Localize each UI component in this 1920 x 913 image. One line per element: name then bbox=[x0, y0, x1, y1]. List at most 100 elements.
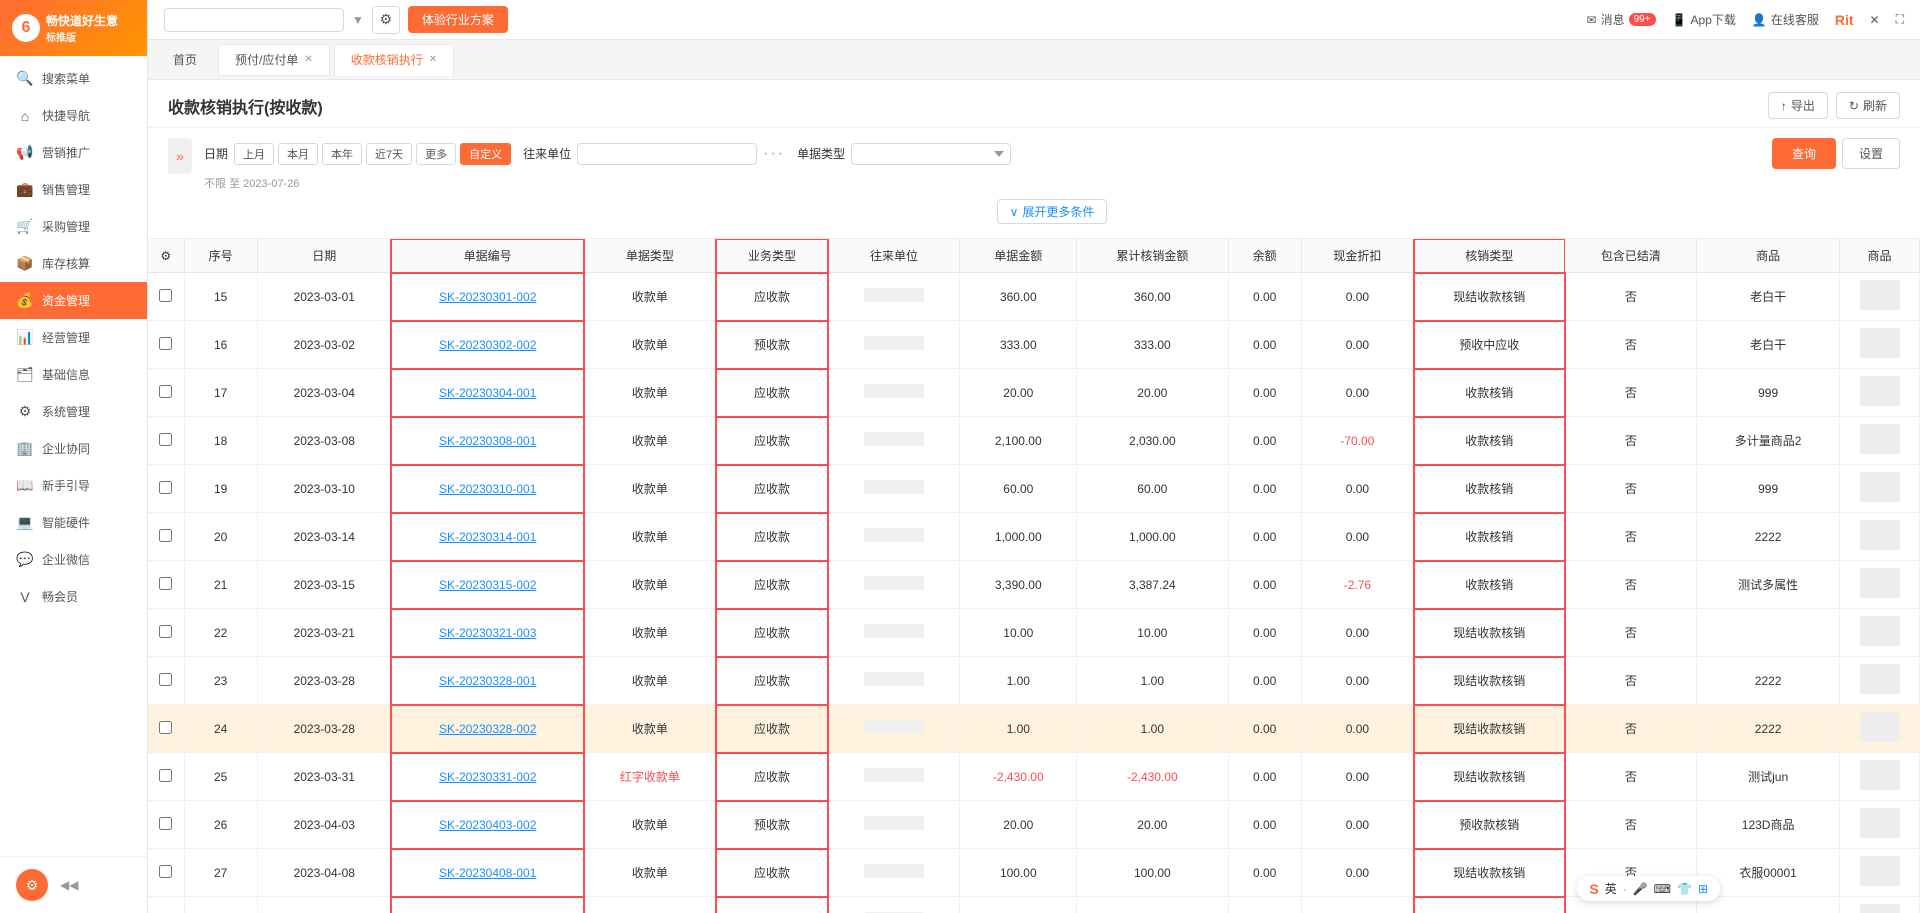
row-checkbox[interactable] bbox=[159, 865, 172, 878]
cell-gear[interactable] bbox=[148, 609, 184, 657]
cell-biztype: 应收款 bbox=[716, 513, 828, 561]
row-checkbox[interactable] bbox=[159, 769, 172, 782]
sidebar-item-inventory[interactable]: 📦库存核算 bbox=[0, 245, 147, 282]
cell-gear[interactable] bbox=[148, 657, 184, 705]
cell-gear[interactable] bbox=[148, 897, 184, 913]
row-checkbox[interactable] bbox=[159, 817, 172, 830]
settings-btn[interactable]: 设置 bbox=[1842, 138, 1900, 169]
col-header-gear[interactable]: ⚙ bbox=[148, 239, 184, 273]
tab-prepay-close[interactable]: ✕ bbox=[304, 54, 312, 65]
row-checkbox[interactable] bbox=[159, 625, 172, 638]
cell-gear[interactable] bbox=[148, 369, 184, 417]
row-checkbox[interactable] bbox=[159, 289, 172, 302]
cell-gear[interactable] bbox=[148, 513, 184, 561]
sidebar-collapse-icon[interactable]: ◀◀ bbox=[60, 878, 78, 892]
sidebar-item-member[interactable]: V畅会员 bbox=[0, 578, 147, 615]
billno-link[interactable]: SK-20230315-002 bbox=[439, 578, 536, 592]
cell-gear[interactable] bbox=[148, 273, 184, 321]
sidebar-item-wechat[interactable]: 💬企业微信 bbox=[0, 541, 147, 578]
row-checkbox[interactable] bbox=[159, 481, 172, 494]
col-header-goods2: 商品 bbox=[1840, 239, 1920, 273]
row-checkbox[interactable] bbox=[159, 673, 172, 686]
tab-cancellation-close[interactable]: ✕ bbox=[429, 54, 437, 65]
sidebar-item-finance[interactable]: 💰资金管理 bbox=[0, 282, 147, 319]
row-checkbox[interactable] bbox=[159, 385, 172, 398]
sidebar-item-guide[interactable]: 📖新手引导 bbox=[0, 467, 147, 504]
filter-date-label: 日期 bbox=[204, 145, 228, 162]
filter-billtype-group: 单据类型 bbox=[797, 143, 1011, 165]
sougou-shirt[interactable]: 👕 bbox=[1677, 882, 1692, 896]
date-btn-custom[interactable]: 自定义 bbox=[460, 143, 511, 165]
topbar-dropdown-icon[interactable]: ▼ bbox=[352, 13, 364, 27]
billno-link[interactable]: SK-20230310-001 bbox=[439, 482, 536, 496]
row-checkbox[interactable] bbox=[159, 721, 172, 734]
filter-partner-input[interactable] bbox=[577, 143, 757, 165]
query-btn[interactable]: 查询 bbox=[1772, 138, 1836, 169]
billno-link[interactable]: SK-20230403-002 bbox=[439, 818, 536, 832]
cell-gear[interactable] bbox=[148, 321, 184, 369]
row-checkbox[interactable] bbox=[159, 337, 172, 350]
row-checkbox[interactable] bbox=[159, 577, 172, 590]
billno-link[interactable]: SK-20230331-002 bbox=[439, 770, 536, 784]
date-btn-thisyear[interactable]: 本年 bbox=[322, 143, 362, 165]
sidebar-item-search[interactable]: 🔍搜索菜单 bbox=[0, 60, 147, 97]
cell-gear[interactable] bbox=[148, 801, 184, 849]
topbar-settings-btn[interactable]: ⚙ bbox=[372, 6, 400, 34]
export-btn[interactable]: ↑ 导出 bbox=[1768, 92, 1828, 119]
row-checkbox[interactable] bbox=[159, 529, 172, 542]
sidebar-item-purchase[interactable]: 🛒采购管理 bbox=[0, 208, 147, 245]
billno-link[interactable]: SK-20230321-003 bbox=[439, 626, 536, 640]
topbar-app[interactable]: 📱 App下载 bbox=[1672, 11, 1736, 28]
date-btn-thismonth[interactable]: 本月 bbox=[278, 143, 318, 165]
cell-gear[interactable] bbox=[148, 417, 184, 465]
date-btn-more[interactable]: 更多 bbox=[416, 143, 456, 165]
sougou-keyboard[interactable]: ⌨ bbox=[1654, 882, 1671, 896]
sidebar-item-corp[interactable]: 🏢企业协同 bbox=[0, 430, 147, 467]
sidebar-item-sales[interactable]: 💼销售管理 bbox=[0, 171, 147, 208]
topbar-close[interactable]: ✕ bbox=[1870, 13, 1880, 27]
cell-billtype: 收款单 bbox=[584, 609, 716, 657]
billno-link[interactable]: SK-20230304-001 bbox=[439, 386, 536, 400]
date-btn-lastmonth[interactable]: 上月 bbox=[234, 143, 274, 165]
cell-gear[interactable] bbox=[148, 849, 184, 897]
billno-link[interactable]: SK-20230408-001 bbox=[439, 866, 536, 880]
filter-expand-arrow[interactable]: » bbox=[168, 138, 192, 174]
sidebar-item-quicknav[interactable]: ⌂快捷导航 bbox=[0, 97, 147, 134]
cell-gear[interactable] bbox=[148, 465, 184, 513]
tab-prepay[interactable]: 预付/应付单 ✕ bbox=[218, 44, 330, 76]
billno-link[interactable]: SK-20230314-001 bbox=[439, 530, 536, 544]
topbar-search-input[interactable] bbox=[164, 8, 344, 32]
topbar-expand[interactable]: ⛶ bbox=[1896, 12, 1904, 27]
expand-more-btn[interactable]: ∨ 展开更多条件 bbox=[997, 199, 1108, 224]
sidebar-item-hardware[interactable]: 💻智能硬件 bbox=[0, 504, 147, 541]
date-btn-7days[interactable]: 近7天 bbox=[366, 143, 412, 165]
sidebar-item-operation[interactable]: 📊经营管理 bbox=[0, 319, 147, 356]
cell-partner bbox=[828, 657, 960, 705]
topbar-user[interactable]: Rit bbox=[1835, 12, 1854, 28]
billno-link[interactable]: SK-20230302-002 bbox=[439, 338, 536, 352]
cell-date: 2023-04-18 bbox=[257, 897, 391, 913]
billno-link[interactable]: SK-20230301-002 bbox=[439, 290, 536, 304]
refresh-btn[interactable]: ↻ 刷新 bbox=[1836, 92, 1900, 119]
billno-link[interactable]: SK-20230308-001 bbox=[439, 434, 536, 448]
billno-link[interactable]: SK-20230328-002 bbox=[439, 722, 536, 736]
topbar-plan-btn[interactable]: 体验行业方案 bbox=[408, 6, 508, 33]
sidebar-item-base[interactable]: 🗂基础信息 bbox=[0, 356, 147, 393]
filter-partner-dots[interactable]: ··· bbox=[763, 145, 785, 163]
sougou-mic[interactable]: 🎤 bbox=[1633, 882, 1648, 896]
cell-gear[interactable] bbox=[148, 705, 184, 753]
cell-gear[interactable] bbox=[148, 561, 184, 609]
billno-link[interactable]: SK-20230328-001 bbox=[439, 674, 536, 688]
topbar-service[interactable]: 👤 在线客服 bbox=[1752, 11, 1819, 28]
tab-home[interactable]: 首页 bbox=[156, 44, 214, 76]
row-checkbox[interactable] bbox=[159, 433, 172, 446]
sidebar-settings-btn[interactable]: ⚙ bbox=[16, 869, 48, 901]
topbar-message[interactable]: ✉ 消息 99+ bbox=[1587, 11, 1656, 28]
cell-discount: -70.00 bbox=[1301, 417, 1413, 465]
sidebar-item-marketing[interactable]: 📢营销推广 bbox=[0, 134, 147, 171]
filter-billtype-select[interactable] bbox=[851, 143, 1011, 165]
tab-cancellation[interactable]: 收款核销执行 ✕ bbox=[334, 44, 454, 76]
sidebar-item-system[interactable]: ⚙系统管理 bbox=[0, 393, 147, 430]
sougou-grid[interactable]: ⊞ bbox=[1698, 882, 1708, 896]
cell-gear[interactable] bbox=[148, 753, 184, 801]
